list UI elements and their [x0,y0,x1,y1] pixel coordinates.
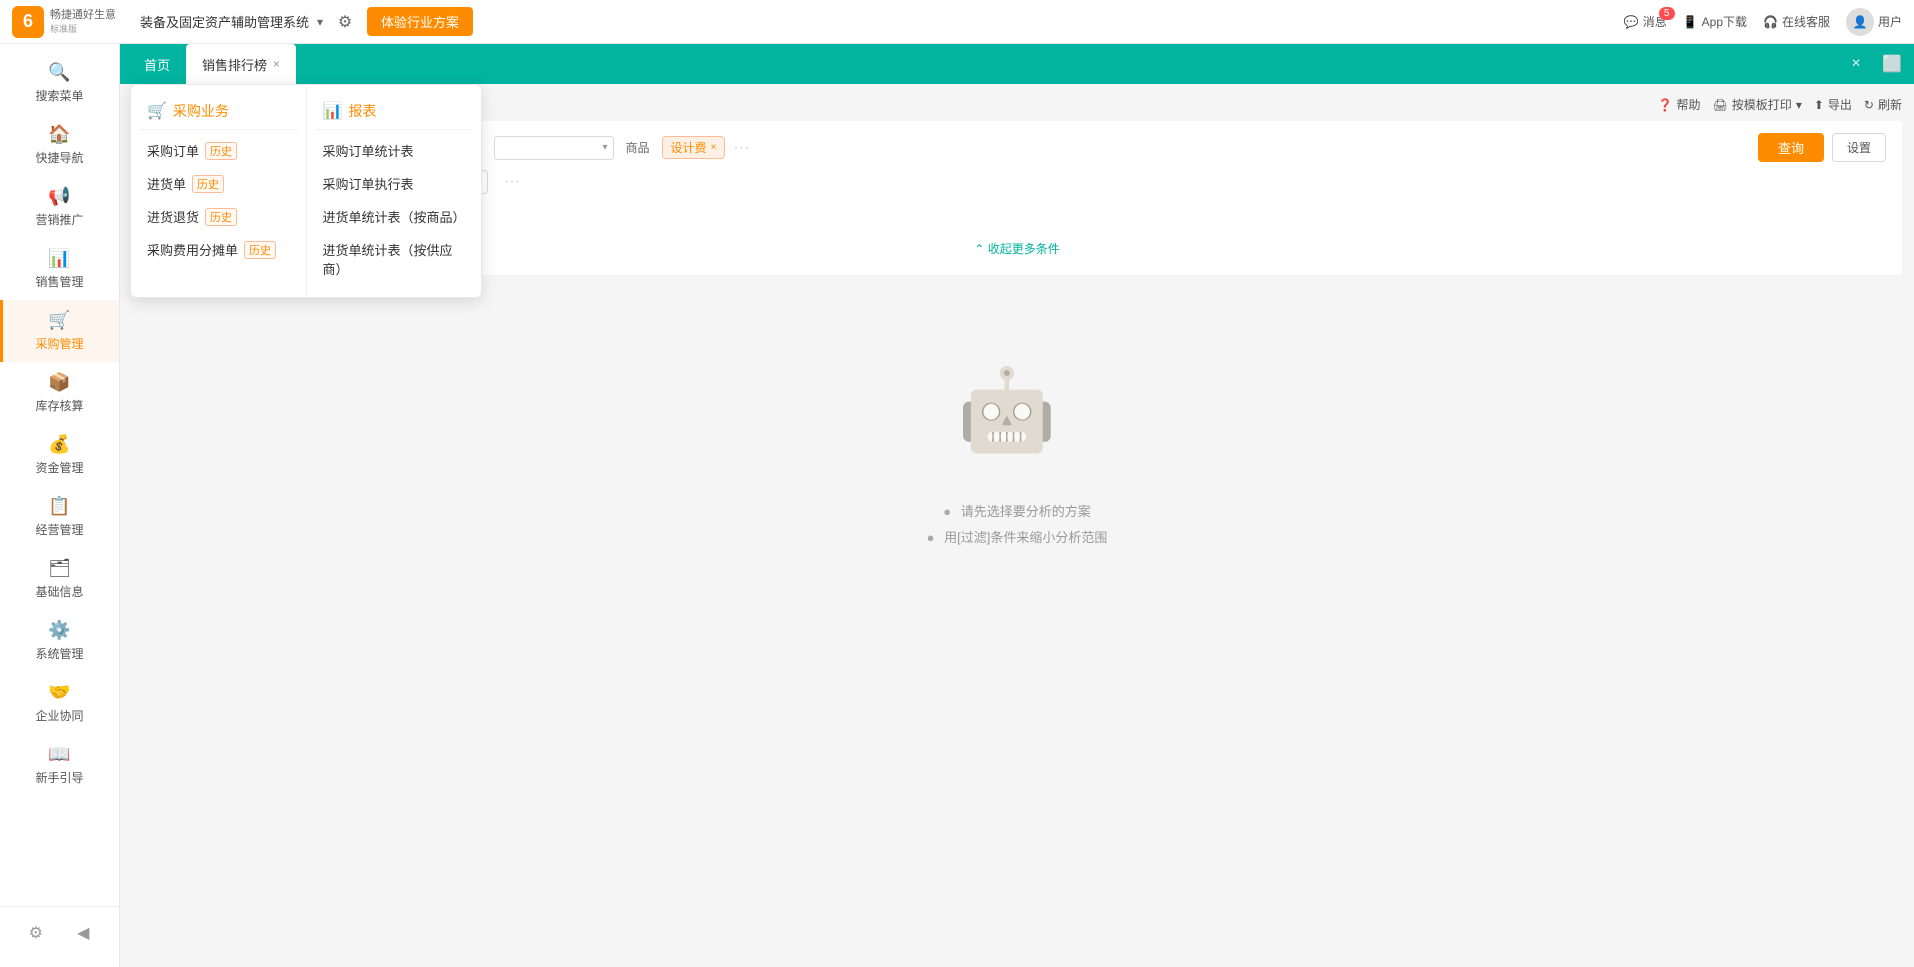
report-in-supplier-item[interactable]: 进货单统计表（按供应商） [315,233,474,285]
report-in-goods-item[interactable]: 进货单统计表（按商品） [315,200,474,233]
report-in-supplier-label: 进货单统计表（按供应商） [323,240,466,278]
purchase-return-history[interactable]: 历史 [205,208,237,226]
report-order-exec-item[interactable]: 采购订单执行表 [315,167,474,200]
purchase-return-item[interactable]: 进货退货 历史 [139,200,298,233]
purchase-in-history[interactable]: 历史 [192,175,224,193]
report-order-exec-label: 采购订单执行表 [323,174,414,193]
purchase-expense-history[interactable]: 历史 [244,241,276,259]
purchase-order-label: 采购订单 [147,141,199,160]
purchase-order-item[interactable]: 采购订单 历史 [139,134,298,167]
purchase-col: 🛒 采购业务 采购订单 历史 进货单 历史 进货退货 历史 采购费用分摊单 历史 [131,85,307,297]
report-order-stat-item[interactable]: 采购订单统计表 [315,134,474,167]
report-in-goods-label: 进货单统计表（按商品） [323,207,466,226]
purchase-order-history[interactable]: 历史 [205,142,237,160]
report-col: 📊 报表 采购订单统计表 采购订单执行表 进货单统计表（按商品） 进货单统计表（… [307,85,482,297]
purchase-in-item[interactable]: 进货单 历史 [139,167,298,200]
report-section-title: 📊 报表 [315,97,474,130]
report-section-icon: 📊 [323,101,343,121]
purchase-return-label: 进货退货 [147,207,199,226]
report-order-stat-label: 采购订单统计表 [323,141,414,160]
dropdown-menu: 🛒 采购业务 采购订单 历史 进货单 历史 进货退货 历史 采购费用分摊单 历史… [130,84,482,298]
purchase-section-title: 🛒 采购业务 [139,97,298,130]
purchase-expense-label: 采购费用分摊单 [147,240,238,259]
purchase-expense-item[interactable]: 采购费用分摊单 历史 [139,233,298,266]
report-section-label: 报表 [348,101,376,121]
purchase-section-icon: 🛒 [147,101,167,121]
purchase-section-label: 采购业务 [173,101,229,121]
purchase-in-label: 进货单 [147,174,186,193]
